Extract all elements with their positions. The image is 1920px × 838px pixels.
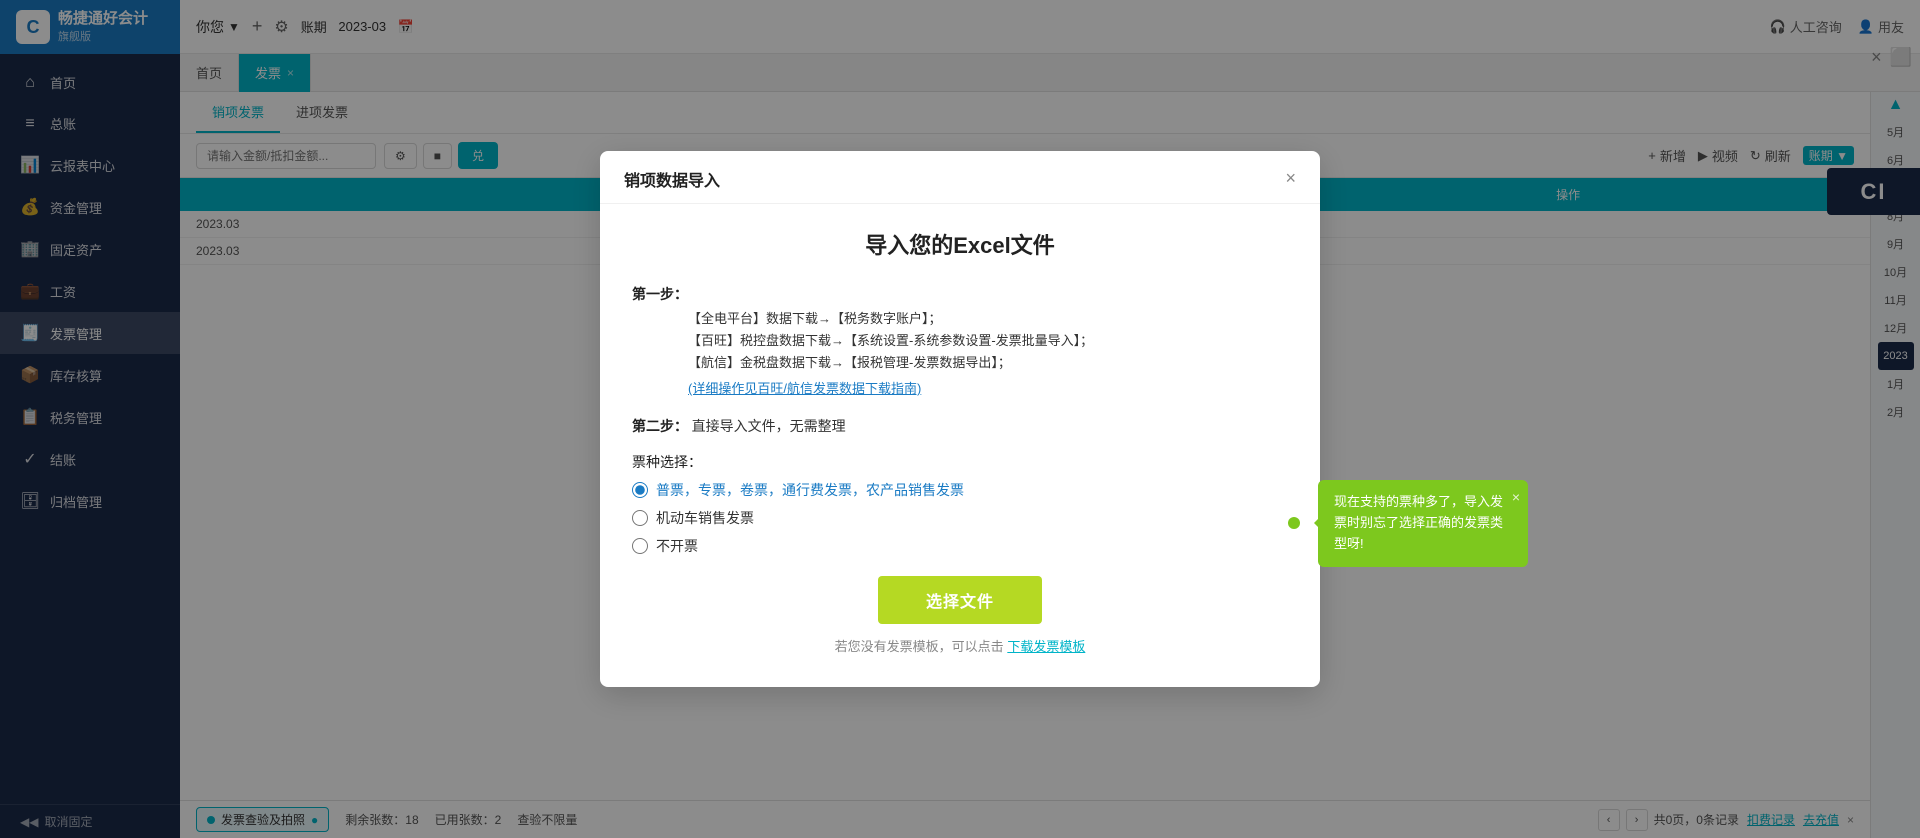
step1-line3: 【航信】金税盘数据下载→【报税管理-发票数据导出】；	[688, 352, 1288, 374]
step1-lines: 【全电平台】数据下载→【税务数字账户】； 【百旺】税控盘数据下载→【系统设置-系…	[632, 308, 1288, 400]
step1-link-area: (详细操作见百旺/航信发票数据下载指南)	[688, 378, 1288, 400]
step1-guide-link[interactable]: (详细操作见百旺/航信发票数据下载指南)	[688, 381, 921, 396]
step1-line1: 【全电平台】数据下载→【税务数字账户】；	[688, 308, 1288, 330]
ticket-select-section: 票种选择： 普票，专票，卷票，通行费发票，农产品销售发票 机动车销售发票 不开票	[632, 452, 1288, 556]
step2-section: 第二步： 直接导入文件，无需整理	[632, 416, 1288, 436]
modal-import-title: 导入您的Excel文件	[632, 228, 1288, 260]
radio-none-input[interactable]	[632, 538, 648, 554]
modal-title: 销项数据导入	[624, 167, 720, 191]
radio-common-input[interactable]	[632, 482, 648, 498]
radio-common: 普票，专票，卷票，通行费发票，农产品销售发票	[632, 480, 1288, 500]
radio-vehicle: 机动车销售发票	[632, 508, 1288, 528]
tooltip-bubble: × 现在支持的票种多了，导入发票时别忘了选择正确的发票类型呀!	[1318, 480, 1528, 566]
modal-body: 导入您的Excel文件 第一步： 【全电平台】数据下载→【税务数字账户】； 【百…	[600, 204, 1320, 687]
radio-vehicle-input[interactable]	[632, 510, 648, 526]
select-file-btn[interactable]: 选择文件	[878, 576, 1042, 624]
radio-none-label: 不开票	[656, 536, 698, 556]
radio-vehicle-label: 机动车销售发票	[656, 508, 754, 528]
tooltip-dot	[1288, 517, 1300, 529]
modal-footer: 若您没有发票模板，可以点击 下载发票模板	[632, 636, 1288, 655]
step2-label: 第二步：	[632, 418, 688, 434]
step1-section: 第一步： 【全电平台】数据下载→【税务数字账户】； 【百旺】税控盘数据下载→【系…	[632, 284, 1288, 400]
modal-close-btn[interactable]: ×	[1285, 168, 1296, 189]
tooltip-close-btn[interactable]: ×	[1512, 486, 1520, 508]
ticket-label: 票种选择：	[632, 454, 702, 470]
modal-overlay[interactable]: 销项数据导入 × 导入您的Excel文件 第一步： 【全电平台】数据下载→【税务…	[0, 0, 1920, 838]
step1-line2: 【百旺】税控盘数据下载→【系统设置-系统参数设置-发票批量导入】；	[688, 330, 1288, 352]
select-file-area: 选择文件	[632, 576, 1288, 624]
modal-dialog: 销项数据导入 × 导入您的Excel文件 第一步： 【全电平台】数据下载→【税务…	[600, 151, 1320, 687]
modal-header: 销项数据导入 ×	[600, 151, 1320, 204]
step2-content: 直接导入文件，无需整理	[692, 418, 846, 434]
radio-none: 不开票	[632, 536, 1288, 556]
step1-label: 第一步：	[632, 286, 688, 302]
download-template-link[interactable]: 下载发票模板	[1007, 639, 1085, 654]
radio-common-label: 普票，专票，卷票，通行费发票，农产品销售发票	[656, 480, 964, 500]
